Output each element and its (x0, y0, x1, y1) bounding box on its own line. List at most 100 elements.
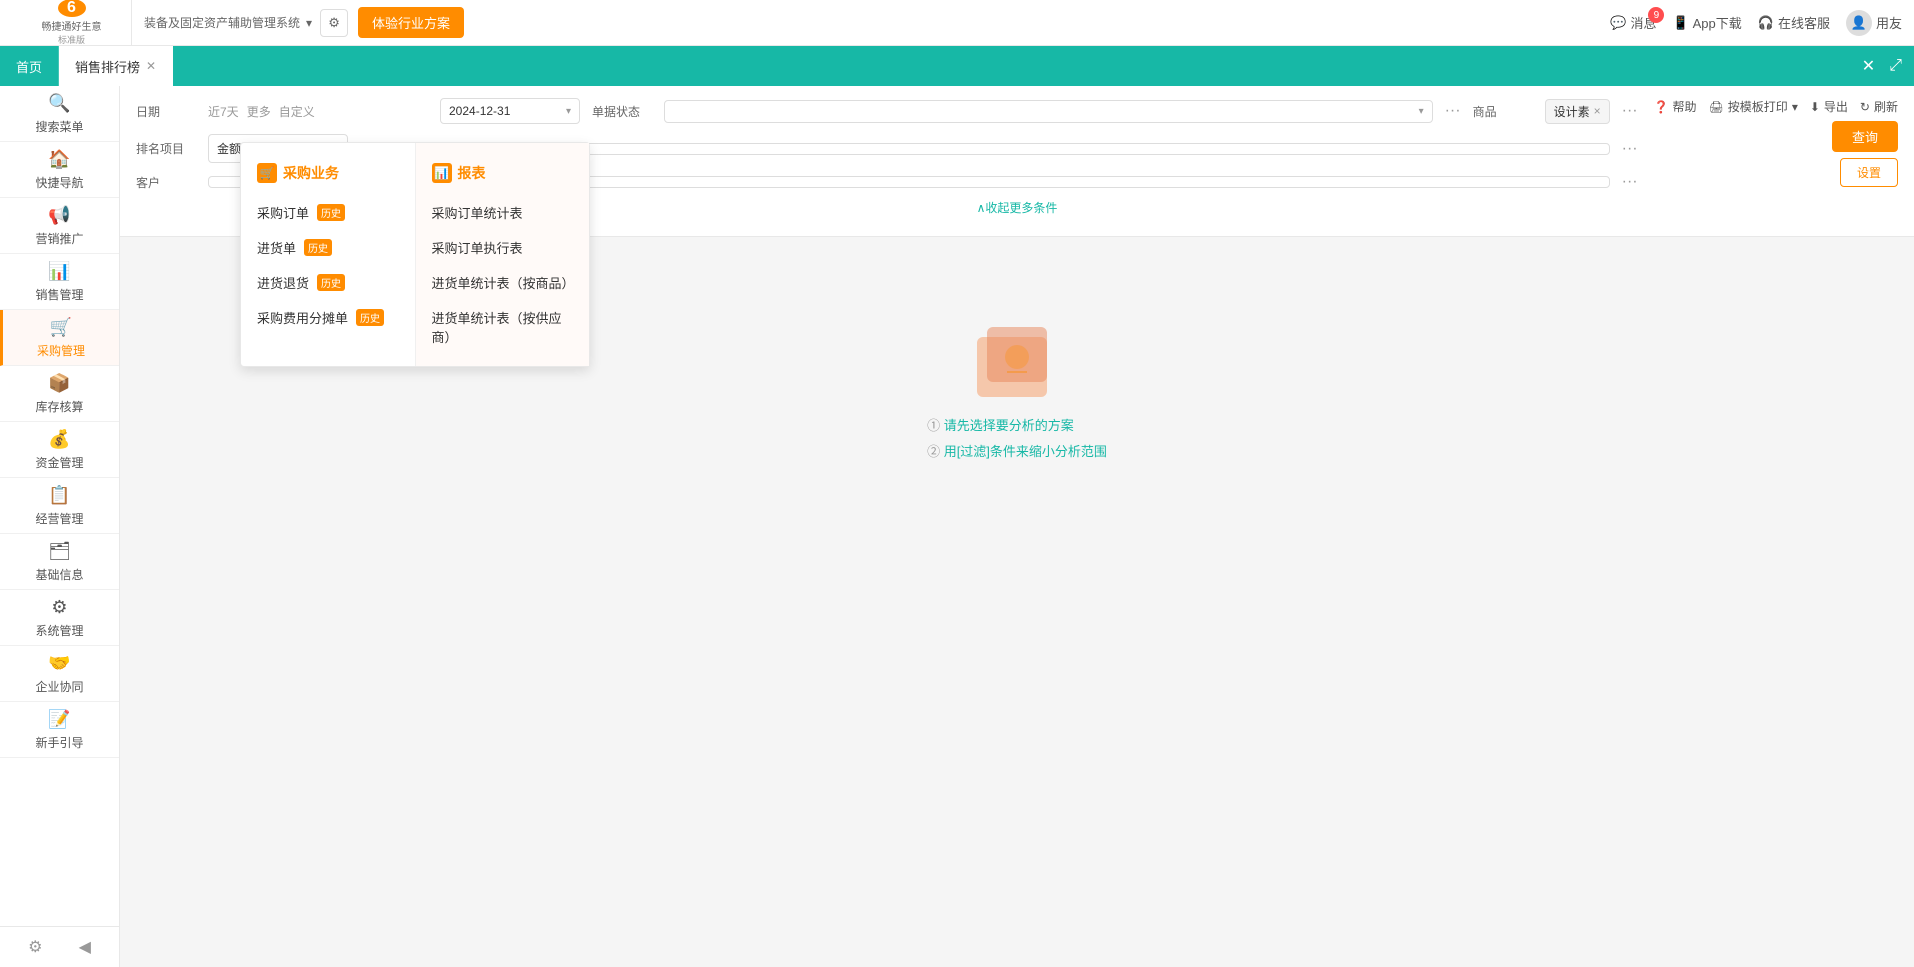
report-order-stat-label: 采购订单统计表 (432, 203, 523, 222)
help-button[interactable]: ❓ 帮助 (1654, 98, 1697, 115)
sidebar-item-quick-nav[interactable]: 🏠 快捷导航 (0, 142, 119, 198)
purchase-cost-item[interactable]: 采购费用分摊单 历史 (241, 300, 415, 335)
main-layout: 🔍 搜索菜单 🏠 快捷导航 📢 营销推广 📊 销售管理 🛒 采购管理 📦 库存核… (0, 86, 1914, 967)
date-7days[interactable]: 近7天 (208, 103, 239, 120)
sidebar-item-guide[interactable]: 📝 新手引导 (0, 702, 119, 758)
report-order-exec-item[interactable]: 采购订单执行表 (416, 230, 590, 265)
report-incoming-goods-item[interactable]: 进货单统计表（按商品） (416, 265, 590, 300)
refresh-button[interactable]: ↻ 刷新 (1860, 98, 1898, 115)
app-label: App下载 (1693, 13, 1742, 32)
empty-hint1-text: 请先选择要分析的方案 (944, 418, 1074, 433)
sidebar-item-purchase-label: 采购管理 (37, 342, 85, 359)
rank-label: 排名项目 (136, 140, 196, 157)
date-input[interactable]: 2024-12-31 ▾ (440, 98, 580, 124)
date-custom[interactable]: 自定义 (279, 103, 315, 120)
tab-close-button[interactable]: ✕ (1858, 52, 1879, 80)
chevron-down-icon: ▾ (306, 16, 312, 30)
sidebar-item-purchase[interactable]: 🛒 采购管理 (0, 310, 119, 366)
sidebar-item-marketing[interactable]: 📢 营销推广 (0, 198, 119, 254)
purchase-col-icon: 🛒 (257, 163, 277, 183)
user-label: 用友 (1876, 13, 1902, 32)
gear-button[interactable]: ⚙ (320, 9, 348, 37)
salesman-dots[interactable]: ··· (1622, 140, 1638, 158)
goods-tag-remove[interactable]: × (1594, 104, 1601, 118)
export-label: 导出 (1824, 98, 1848, 115)
online-service-button[interactable]: 🎧 在线客服 (1758, 13, 1830, 32)
date-more[interactable]: 更多 (247, 103, 271, 120)
help-label: 帮助 (1673, 98, 1697, 115)
collapse-label: 收起更多条件 (985, 199, 1057, 216)
settings-button[interactable]: ⚙ (28, 937, 42, 957)
sidebar: 🔍 搜索菜单 🏠 快捷导航 📢 营销推广 📊 销售管理 🛒 采购管理 📦 库存核… (0, 86, 120, 967)
headset-icon: 🎧 (1758, 15, 1774, 31)
collapse-button[interactable]: ◀ (79, 937, 91, 957)
status-dots[interactable]: ··· (1445, 102, 1461, 120)
empty-hint2-text: 用[过滤]条件来缩小分析范围 (944, 444, 1107, 459)
message-button[interactable]: 💬 消息 9 (1610, 13, 1656, 32)
purchase-incoming-label: 进货单 (257, 238, 296, 257)
tab-expand-button[interactable]: ⤢ (1885, 53, 1906, 79)
sidebar-item-collab[interactable]: 🤝 企业协同 (0, 646, 119, 702)
purchase-order-label: 采购订单 (257, 203, 309, 222)
customer-label: 客户 (136, 174, 196, 191)
content-area: 日期 近7天 更多 自定义 2024-12-31 ▾ 单据状态 ▾ (120, 86, 1914, 967)
industry-button[interactable]: 体验行业方案 (358, 7, 464, 38)
print-label: 按模板打印 (1728, 98, 1788, 115)
tab-close-icon[interactable]: ✕ (146, 59, 156, 73)
purchase-return-item[interactable]: 进货退货 历史 (241, 265, 415, 300)
export-button[interactable]: ⬇ 导出 (1810, 98, 1848, 115)
sidebar-item-search[interactable]: 🔍 搜索菜单 (0, 86, 119, 142)
logo-line1: 畅捷通好生意 (42, 18, 102, 33)
customer-dots[interactable]: ··· (1622, 173, 1638, 191)
guide-icon: 📝 (48, 709, 70, 730)
avatar: 👤 (1846, 10, 1872, 36)
report-col-title: 报表 (458, 163, 486, 183)
status-input[interactable]: ▾ (664, 100, 1433, 123)
sidebar-item-quick-nav-label: 快捷导航 (35, 174, 83, 191)
system-selector[interactable]: 装备及固定资产辅助管理系统 ▾ (144, 14, 312, 31)
sales-icon: 📊 (48, 261, 70, 282)
operation-icon: 📋 (48, 485, 70, 506)
sidebar-item-sales-label: 销售管理 (35, 286, 83, 303)
goods-dots[interactable]: ··· (1622, 102, 1638, 120)
export-icon: ⬇ (1810, 100, 1820, 114)
salesman-input[interactable] (432, 143, 1610, 155)
sidebar-item-operation[interactable]: 📋 经营管理 (0, 478, 119, 534)
sidebar-item-basic[interactable]: 🗂 基础信息 (0, 534, 119, 590)
print-button[interactable]: 🖨 按模板打印 ▾ (1709, 98, 1798, 115)
report-col-icon: 📊 (432, 163, 452, 183)
status-label: 单据状态 (592, 103, 652, 120)
rank-value: 金额 (217, 140, 241, 157)
report-order-exec-label: 采购订单执行表 (432, 238, 523, 257)
report-col-header: 📊 报表 (416, 155, 590, 195)
empty-hint-1: ① 请先选择要分析的方案 ② 用[过滤]条件来缩小分析范围 (927, 413, 1107, 465)
print-arrow-icon: ▾ (1792, 100, 1798, 114)
purchase-cost-label: 采购费用分摊单 (257, 308, 348, 327)
sidebar-item-finance-label: 资金管理 (35, 454, 83, 471)
user-button[interactable]: 👤 用友 (1846, 10, 1902, 36)
sidebar-item-guide-label: 新手引导 (35, 734, 83, 751)
chevron-up-icon: ∧ (977, 201, 986, 215)
date-quick-options[interactable]: 近7天 更多 自定义 (208, 103, 428, 120)
report-order-stat-item[interactable]: 采购订单统计表 (416, 195, 590, 230)
sidebar-item-system[interactable]: ⚙ 系统管理 (0, 590, 119, 646)
setting-button[interactable]: 设置 (1840, 158, 1898, 187)
refresh-icon: ↻ (1860, 100, 1870, 114)
tab-home[interactable]: 首页 (0, 46, 59, 86)
sidebar-item-basic-label: 基础信息 (35, 566, 83, 583)
print-icon: 🖨 (1709, 100, 1724, 114)
empty-illustration (967, 317, 1067, 397)
sidebar-bottom: ⚙ ◀ (0, 926, 119, 967)
app-download-button[interactable]: 📱 App下载 (1672, 13, 1741, 32)
sidebar-item-marketing-label: 营销推广 (35, 230, 83, 247)
sidebar-item-inventory[interactable]: 📦 库存核算 (0, 366, 119, 422)
sidebar-item-sales[interactable]: 📊 销售管理 (0, 254, 119, 310)
sidebar-item-finance[interactable]: 💰 资金管理 (0, 422, 119, 478)
home-icon: 🏠 (48, 149, 70, 170)
tab-sales-rank[interactable]: 销售排行榜 ✕ (59, 46, 173, 86)
purchase-col-header: 🛒 采购业务 (241, 155, 415, 195)
purchase-order-item[interactable]: 采购订单 历史 (241, 195, 415, 230)
purchase-incoming-item[interactable]: 进货单 历史 (241, 230, 415, 265)
report-incoming-supplier-item[interactable]: 进货单统计表（按供应商） (416, 300, 590, 354)
query-button[interactable]: 查询 (1832, 121, 1898, 152)
